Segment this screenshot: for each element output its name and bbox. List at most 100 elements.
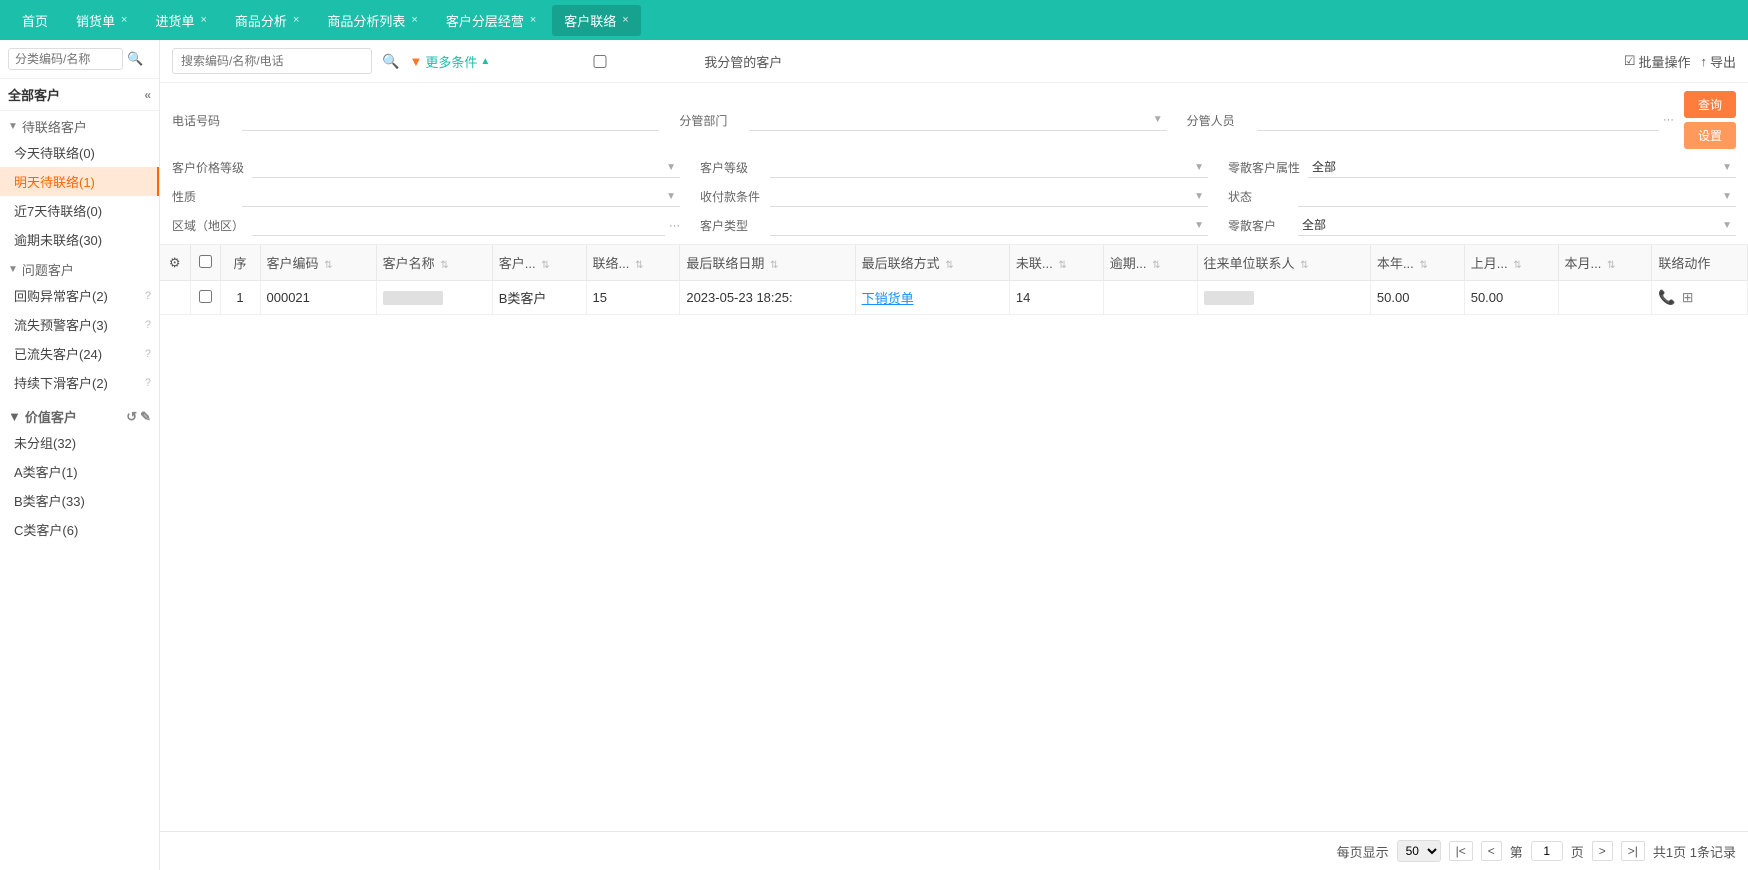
row-last-method-cell[interactable]: 下销货单 xyxy=(855,281,1009,315)
action-phone-icon[interactable]: 📞 xyxy=(1658,289,1675,306)
my-customers-checkbox[interactable] xyxy=(500,55,700,68)
filter-retail-attr-select[interactable]: 全部 xyxy=(1308,157,1736,177)
filter-gender: 性质 ▼ xyxy=(172,186,680,207)
search-input[interactable] xyxy=(172,48,372,74)
col-header-last-month[interactable]: 上月... ⇅ xyxy=(1464,245,1558,281)
row-checkbox[interactable] xyxy=(199,290,212,303)
help-lost-icon[interactable]: ? xyxy=(145,348,151,360)
total-records: 共1页 1条记录 xyxy=(1653,842,1736,861)
sidebar-collapse-icon[interactable]: « xyxy=(144,88,151,102)
filter-region-input[interactable] xyxy=(252,215,665,236)
col-header-company-contact[interactable]: 往来单位联系人 ⇅ xyxy=(1197,245,1370,281)
close-customer-contact-icon[interactable]: × xyxy=(622,14,628,26)
per-page-select[interactable]: 50 xyxy=(1397,840,1441,862)
prev-page-button[interactable]: < xyxy=(1481,841,1502,861)
close-product-analysis-icon[interactable]: × xyxy=(293,14,299,26)
col-header-not-contacted[interactable]: 未联... ⇅ xyxy=(1009,245,1103,281)
filter-payment-select-wrap: ▼ xyxy=(770,186,1208,207)
filter-gender-select-wrap: ▼ xyxy=(242,186,680,207)
filter-phone-input[interactable] xyxy=(242,110,659,131)
sidebar-item-c-class[interactable]: C类客户(6) xyxy=(0,515,159,544)
sidebar-item-today-contact[interactable]: 今天待联络(0) xyxy=(0,138,159,167)
nav-product-analysis-list[interactable]: 商品分析列表 × xyxy=(315,5,429,36)
col-header-type[interactable]: 客户... ⇅ xyxy=(492,245,586,281)
col-header-name[interactable]: 客户名称 ⇅ xyxy=(376,245,492,281)
filter-customer-type-select[interactable] xyxy=(770,215,1208,235)
search-bar: 🔍 ▼ 更多条件 ▲ 我分管的客户 ☑ 批量操作 ↑ 导出 xyxy=(160,40,1748,83)
more-conditions-button[interactable]: ▼ 更多条件 ▲ xyxy=(409,52,490,71)
sidebar-item-overdue-contact[interactable]: 逾期未联络(30) xyxy=(0,225,159,254)
sidebar-search-icon[interactable]: 🔍 xyxy=(127,51,143,67)
sidebar-item-lost-customers[interactable]: 已流失客户(24) ? xyxy=(0,339,159,368)
nav-home[interactable]: 首页 xyxy=(10,5,60,36)
filter-payment-select[interactable] xyxy=(770,186,1208,206)
filter-status-select[interactable] xyxy=(1298,186,1736,206)
filter-retail-customer-select[interactable]: 全部 xyxy=(1298,215,1736,235)
filter-dept-label: 分管部门 xyxy=(679,112,749,129)
filter-retail-attr-select-wrap: 全部 ▼ xyxy=(1308,157,1736,178)
query-button[interactable]: 查询 xyxy=(1684,91,1736,118)
last-page-button[interactable]: >| xyxy=(1621,841,1645,861)
action-grid-icon[interactable]: ⊞ xyxy=(1682,289,1694,306)
nav-customer-tier[interactable]: 客户分层经营 × xyxy=(434,5,548,36)
row-last-month-cell: 50.00 xyxy=(1464,281,1558,315)
col-header-this-year[interactable]: 本年... ⇅ xyxy=(1370,245,1464,281)
close-product-analysis-list-icon[interactable]: × xyxy=(411,14,417,26)
select-all-checkbox[interactable] xyxy=(199,255,212,268)
col-header-checkbox[interactable] xyxy=(190,245,220,281)
row-checkbox-cell[interactable] xyxy=(190,281,220,315)
sidebar-item-b-class[interactable]: B类客户(33) xyxy=(0,486,159,515)
nav-customer-contact[interactable]: 客户联络 × xyxy=(552,5,640,36)
export-button[interactable]: ↑ 导出 xyxy=(1700,52,1736,71)
search-bar-right: ☑ 批量操作 ↑ 导出 xyxy=(1624,52,1736,71)
batch-operation-button[interactable]: ☑ 批量操作 xyxy=(1624,52,1691,71)
col-header-code[interactable]: 客户编码 ⇅ xyxy=(260,245,376,281)
sidebar-item-churn-warning[interactable]: 流失预警客户(3) ? xyxy=(0,310,159,339)
sidebar-item-tomorrow-contact[interactable]: 明天待联络(1) xyxy=(0,167,159,196)
value-arrow-icon: ▼ xyxy=(8,409,21,424)
close-purchase-order-icon[interactable]: × xyxy=(200,14,206,26)
sidebar-search-input[interactable] xyxy=(8,48,123,70)
filter-customer-grade-select[interactable] xyxy=(770,157,1208,177)
filter-retail-customer: 零散客户 全部 ▼ xyxy=(1228,215,1736,236)
settings-button[interactable]: 设置 xyxy=(1684,122,1736,149)
filter-manager-input[interactable] xyxy=(1257,110,1659,131)
row-code-cell[interactable]: 000021 xyxy=(260,281,376,315)
nav-purchase-order[interactable]: 进货单 × xyxy=(143,5,218,36)
col-header-contact-count[interactable]: 联络... ⇅ xyxy=(586,245,680,281)
close-sales-order-icon[interactable]: × xyxy=(121,14,127,26)
sidebar-all-customers[interactable]: 全部客户 « xyxy=(0,79,159,111)
edit-value-icon[interactable]: ✎ xyxy=(140,409,151,425)
next-page-button[interactable]: > xyxy=(1592,841,1613,861)
customer-table: ⚙ 序 客户编码 ⇅ 客户名称 ⇅ xyxy=(160,245,1748,315)
sidebar-item-declining[interactable]: 持续下滑客户(2) ? xyxy=(0,368,159,397)
my-customers-checkbox-label[interactable]: 我分管的客户 xyxy=(500,52,782,71)
filter-dept-select[interactable] xyxy=(749,110,1166,130)
page-number-input[interactable] xyxy=(1531,841,1563,861)
sidebar-item-ungrouped[interactable]: 未分组(32) xyxy=(0,428,159,457)
help-churn-warning-icon[interactable]: ? xyxy=(145,319,151,331)
nav-product-analysis[interactable]: 商品分析 × xyxy=(223,5,311,36)
col-header-last-contact-date[interactable]: 最后联络日期 ⇅ xyxy=(680,245,855,281)
refresh-value-icon[interactable]: ↺ xyxy=(126,409,137,425)
filter-phone: 电话号码 xyxy=(172,110,659,131)
sidebar-item-repurchase-abnormal[interactable]: 回购异常客户(2) ? xyxy=(0,281,159,310)
filter-price-grade-select[interactable] xyxy=(252,157,680,177)
filter-customer-grade-label: 客户等级 xyxy=(700,159,770,176)
sidebar-item-a-class[interactable]: A类客户(1) xyxy=(0,457,159,486)
help-declining-icon[interactable]: ? xyxy=(145,377,151,389)
manager-more-icon[interactable]: ··· xyxy=(1663,114,1674,126)
col-header-settings[interactable]: ⚙ xyxy=(160,245,190,281)
first-page-button[interactable]: |< xyxy=(1449,841,1473,861)
col-header-overdue[interactable]: 逾期... ⇅ xyxy=(1103,245,1197,281)
filter-manager: 分管人员 ··· xyxy=(1187,110,1674,131)
help-repurchase-icon[interactable]: ? xyxy=(145,290,151,302)
region-more-icon[interactable]: ··· xyxy=(669,220,680,232)
close-customer-tier-icon[interactable]: × xyxy=(530,14,536,26)
col-header-last-contact-method[interactable]: 最后联络方式 ⇅ xyxy=(855,245,1009,281)
search-button[interactable]: 🔍 xyxy=(382,53,399,70)
nav-sales-order[interactable]: 销货单 × xyxy=(64,5,139,36)
sidebar-item-7day-contact[interactable]: 近7天待联络(0) xyxy=(0,196,159,225)
col-header-this-month[interactable]: 本月... ⇅ xyxy=(1558,245,1652,281)
filter-gender-select[interactable] xyxy=(242,186,680,206)
